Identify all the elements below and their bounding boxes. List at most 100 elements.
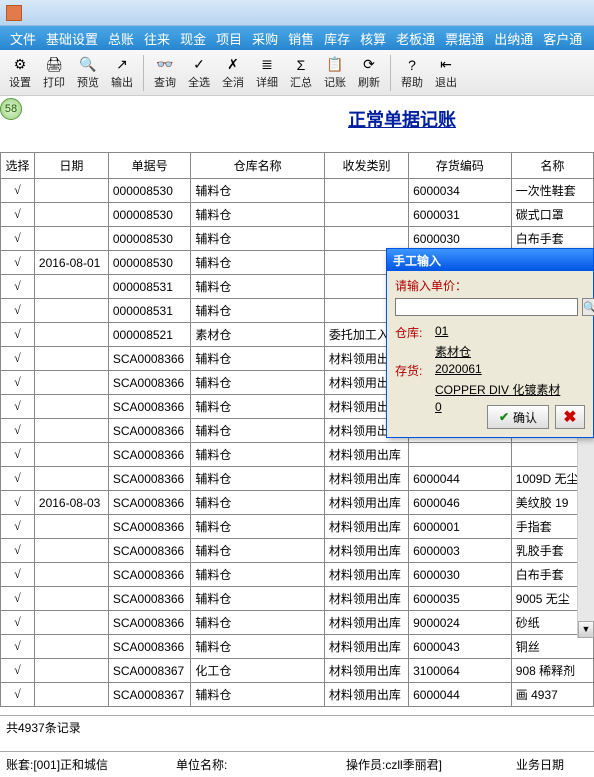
table-row[interactable]: √000008530辅料仓6000034一次性鞋套 [1, 179, 594, 203]
cell-wh: 辅料仓 [191, 347, 325, 371]
menubar: 文件基础设置总账往来现金项目采购销售库存核算老板通票据通出纳通客户通 [0, 26, 594, 50]
cell-date [34, 347, 108, 371]
table-row[interactable]: √SCA0008367辅料仓材料领用出库6000044画 4937 [1, 683, 594, 707]
toolbar-label: 打印 [43, 74, 65, 90]
menu-item[interactable]: 基础设置 [46, 29, 98, 48]
cell-sel: √ [1, 275, 35, 299]
menu-item[interactable]: 项目 [216, 29, 242, 48]
cell-date [34, 395, 108, 419]
toolbar-汇总[interactable]: Σ汇总 [285, 53, 317, 93]
column-header[interactable]: 日期 [34, 153, 108, 179]
menu-item[interactable]: 出纳通 [494, 29, 533, 48]
table-row[interactable]: √2016-08-03SCA0008366辅料仓材料领用出库6000046美纹胶… [1, 491, 594, 515]
table-row[interactable]: √SCA0008366辅料仓材料领用出库6000003乳胶手套 [1, 539, 594, 563]
lookup-button[interactable]: 🔍 [582, 298, 594, 316]
window-titlebar [0, 0, 594, 26]
toolbar-预览[interactable]: 🔍预览 [72, 53, 104, 93]
cell-date [34, 275, 108, 299]
cell-code: 6000030 [409, 227, 512, 251]
cell-wh: 辅料仓 [191, 515, 325, 539]
toolbar-打印[interactable]: 🖨打印 [38, 53, 70, 93]
cell-sel: √ [1, 179, 35, 203]
header-row: 选择日期单据号仓库名称收发类别存货编码名称 [1, 153, 594, 179]
cell-type: 材料领用出库 [324, 563, 408, 587]
cell-sel: √ [1, 371, 35, 395]
table-row[interactable]: √SCA0008367化工仓材料领用出库3100064908 稀释剂 [1, 659, 594, 683]
toolbar-输出[interactable]: ↗输出 [106, 53, 138, 93]
table-row[interactable]: √SCA0008366辅料仓材料领用出库6000030白布手套 [1, 563, 594, 587]
table-row[interactable]: √SCA0008366辅料仓材料领用出库 [1, 443, 594, 467]
cell-date: 2016-08-03 [34, 491, 108, 515]
table-row[interactable]: √SCA0008366辅料仓材料领用出库60000441009D 无尘 [1, 467, 594, 491]
cell-sel: √ [1, 491, 35, 515]
confirm-button[interactable]: ✔ 确认 [487, 405, 549, 429]
cell-sel: √ [1, 467, 35, 491]
cell-sel: √ [1, 323, 35, 347]
menu-item[interactable]: 库存 [324, 29, 350, 48]
cell-name: 画 4937 [511, 683, 593, 707]
cell-name: 铜丝 [511, 635, 593, 659]
dialog-body: 请输入单价： 🔍 仓库: 01 素材仓 存货: 2020061 COPPER D… [387, 271, 593, 422]
table-row[interactable]: √SCA0008366辅料仓材料领用出库9000024砂纸 [1, 611, 594, 635]
输出-icon: ↗ [112, 56, 132, 74]
table-row[interactable]: √SCA0008366辅料仓材料领用出库6000001手指套 [1, 515, 594, 539]
cell-sel: √ [1, 659, 35, 683]
column-header[interactable]: 存货编码 [409, 153, 512, 179]
check-icon: ✔ [499, 410, 509, 424]
cell-wh: 辅料仓 [191, 251, 325, 275]
menu-item[interactable]: 现金 [180, 29, 206, 48]
menu-item[interactable]: 总账 [108, 29, 134, 48]
toolbar-详细[interactable]: ≣详细 [251, 53, 283, 93]
inventory-label: 存货: [395, 362, 435, 379]
toolbar-退出[interactable]: ⇤退出 [430, 53, 462, 93]
scroll-down-button[interactable]: ▼ [578, 621, 594, 638]
toolbar-设置[interactable]: ⚙设置 [4, 53, 36, 93]
table-row[interactable]: √SCA0008366辅料仓材料领用出库6000043铜丝 [1, 635, 594, 659]
cell-doc: SCA0008366 [108, 563, 191, 587]
menu-item[interactable]: 核算 [360, 29, 386, 48]
cell-doc: 000008530 [108, 251, 191, 275]
cell-wh: 辅料仓 [191, 419, 325, 443]
menu-item[interactable]: 文件 [10, 29, 36, 48]
toolbar-label: 退出 [435, 74, 457, 90]
toolbar: ⚙设置🖨打印🔍预览↗输出 👓查询✓全选✗全消≣详细Σ汇总📋记账⟳刷新 ?帮助⇤退出 [0, 50, 594, 96]
column-header[interactable]: 选择 [1, 153, 35, 179]
account-info: 账套:[001]正和城信 [0, 752, 170, 777]
table-row[interactable]: √SCA0008366辅料仓材料领用出库60000359005 无尘 [1, 587, 594, 611]
table-row[interactable]: √000008530辅料仓6000031碳式口罩 [1, 203, 594, 227]
cancel-button[interactable]: ✖ [555, 405, 585, 429]
toolbar-查询[interactable]: 👓查询 [149, 53, 181, 93]
table-row[interactable]: √000008530辅料仓6000030白布手套 [1, 227, 594, 251]
column-header[interactable]: 收发类别 [324, 153, 408, 179]
toolbar-全选[interactable]: ✓全选 [183, 53, 215, 93]
toolbar-记账[interactable]: 📋记账 [319, 53, 351, 93]
cell-type: 材料领用出库 [324, 635, 408, 659]
cell-code: 6000034 [409, 179, 512, 203]
cell-wh: 辅料仓 [191, 371, 325, 395]
menu-item[interactable]: 采购 [252, 29, 278, 48]
cell-date [34, 659, 108, 683]
cell-sel: √ [1, 683, 35, 707]
cell-sel: √ [1, 395, 35, 419]
warehouse-code: 01 [435, 324, 448, 341]
menu-item[interactable]: 销售 [288, 29, 314, 48]
toolbar-全消[interactable]: ✗全消 [217, 53, 249, 93]
menu-item[interactable]: 客户通 [543, 29, 582, 48]
cell-code: 3100064 [409, 659, 512, 683]
menu-item[interactable]: 往来 [144, 29, 170, 48]
cell-date [34, 563, 108, 587]
toolbar-刷新[interactable]: ⟳刷新 [353, 53, 385, 93]
menu-item[interactable]: 票据通 [445, 29, 484, 48]
manual-input-dialog: 手工输入 请输入单价： 🔍 仓库: 01 素材仓 存货: 2020061 COP… [386, 248, 594, 438]
menu-item[interactable]: 老板通 [396, 29, 435, 48]
column-header[interactable]: 名称 [511, 153, 593, 179]
price-input[interactable] [395, 298, 578, 316]
cell-date [34, 443, 108, 467]
cell-name: 一次性鞋套 [511, 179, 593, 203]
cell-doc: 000008530 [108, 179, 191, 203]
cell-name: 908 稀释剂 [511, 659, 593, 683]
cell-doc: SCA0008366 [108, 419, 191, 443]
toolbar-帮助[interactable]: ?帮助 [396, 53, 428, 93]
column-header[interactable]: 单据号 [108, 153, 191, 179]
column-header[interactable]: 仓库名称 [191, 153, 325, 179]
